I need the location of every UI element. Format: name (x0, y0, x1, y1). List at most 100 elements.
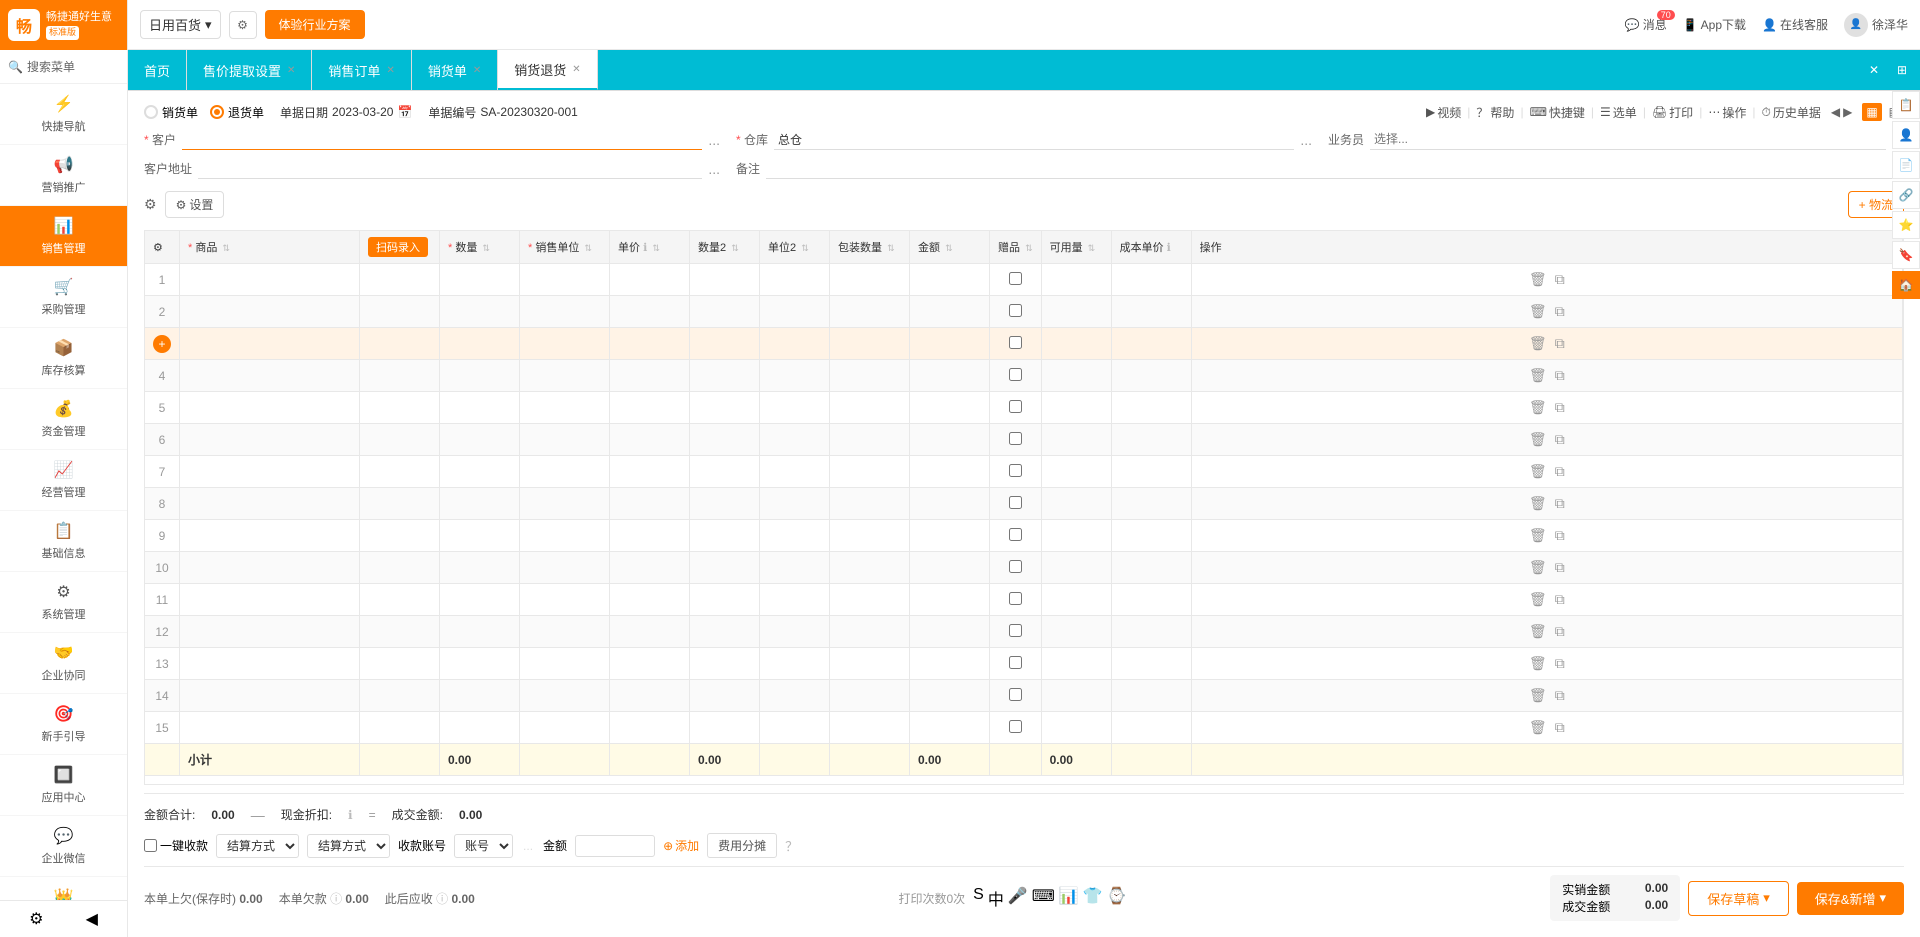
grid-view-btn[interactable]: ▦ (1862, 103, 1881, 121)
row-3-qty[interactable] (440, 328, 520, 360)
row-8-copy[interactable]: ⧉ (1553, 493, 1567, 514)
right-panel-bookmark-btn[interactable]: 🔖 (1892, 241, 1920, 269)
tab-close-sales[interactable]: ✕ (473, 65, 481, 76)
gift-check-12[interactable] (1009, 624, 1022, 637)
right-panel-home-btn[interactable]: 🏠 (1892, 271, 1920, 299)
radio-sales[interactable]: 销货单 (144, 104, 198, 121)
tool-icon-3[interactable]: ⌨ (1032, 886, 1055, 910)
row-1-amount[interactable] (910, 264, 990, 296)
right-panel-contact-btn[interactable]: 👤 (1892, 121, 1920, 149)
address-input[interactable] (198, 158, 702, 179)
table-settings-btn[interactable]: ⚙ (144, 196, 157, 213)
row-2-pack[interactable] (830, 296, 910, 328)
category-select[interactable]: 日用百货 ▾ (140, 10, 221, 39)
gift-check-5[interactable] (1009, 400, 1022, 413)
sidebar-item-system[interactable]: ⚙ 系统管理 (0, 572, 127, 633)
action-print[interactable]: 🖨 打印 (1652, 104, 1693, 121)
sidebar-search[interactable]: 🔍 搜索菜单 (0, 50, 127, 84)
row-2-qty2[interactable] (690, 296, 760, 328)
tool-icon-2[interactable]: 🎤 (1008, 886, 1028, 910)
experience-btn[interactable]: 体验行业方案 (265, 10, 365, 39)
gift-check-11[interactable] (1009, 592, 1022, 605)
amount-input[interactable] (575, 835, 655, 857)
gift-check-9[interactable] (1009, 528, 1022, 541)
row-1-gift[interactable] (990, 264, 1042, 296)
row-3-unit2[interactable] (760, 328, 830, 360)
payment-checkbox-input[interactable] (144, 839, 157, 852)
calc-method-select[interactable]: 结算方式 (307, 834, 390, 858)
tab-sales-return[interactable]: 销货退货 ✕ (498, 50, 597, 90)
sidebar-item-inventory[interactable]: 📦 库存核算 (0, 328, 127, 389)
gift-check-1[interactable] (1009, 272, 1022, 285)
add-row-btn[interactable]: + (153, 335, 171, 353)
action-help[interactable]: ？ 帮助 (1476, 104, 1514, 121)
customer-input[interactable] (182, 129, 702, 150)
message-btn[interactable]: 💬 消息 70 (1625, 16, 1667, 33)
row-3-copy-btn[interactable]: ⧉ (1553, 333, 1567, 354)
row-1-product[interactable] (180, 264, 360, 296)
row-13-copy[interactable]: ⧉ (1553, 653, 1567, 674)
add-payment-btn[interactable]: ⊕ 添加 (663, 837, 699, 854)
row-11-copy[interactable]: ⧉ (1553, 589, 1567, 610)
row-3-price[interactable] (610, 328, 690, 360)
warehouse-select-btn[interactable]: ... (1300, 132, 1312, 148)
action-select[interactable]: ☰ 选单 (1600, 104, 1637, 121)
product-input-3[interactable] (188, 337, 351, 351)
online-service-btn[interactable]: 👤 在线客服 (1762, 16, 1828, 33)
row-2-delete-btn[interactable]: 🗑 (1527, 301, 1549, 322)
row-6-delete[interactable]: 🗑 (1527, 429, 1549, 450)
row-2-price[interactable] (610, 296, 690, 328)
row-2-product[interactable] (180, 296, 360, 328)
tool-icon-5[interactable]: 👕 (1083, 886, 1103, 910)
warehouse-input[interactable] (774, 129, 1294, 150)
app-download-btn[interactable]: 📱 App下载 (1683, 16, 1746, 33)
sidebar-item-operations[interactable]: 📈 经营管理 (0, 450, 127, 511)
row-1-unit2[interactable] (760, 264, 830, 296)
row-10-delete[interactable]: 🗑 (1527, 557, 1549, 578)
row-3-delete-btn[interactable]: 🗑 (1527, 333, 1549, 354)
row-2-amount[interactable] (910, 296, 990, 328)
calendar-icon[interactable]: 📅 (397, 105, 412, 119)
row-15-copy[interactable]: ⧉ (1553, 717, 1567, 738)
sort-qty2-icon[interactable]: ⇅ (731, 243, 739, 253)
row-2-copy-btn[interactable]: ⧉ (1553, 301, 1567, 322)
row-3-amount[interactable] (910, 328, 990, 360)
row-1-copy-btn[interactable]: ⧉ (1553, 269, 1567, 290)
one-click-payment-check[interactable]: 一键收款 (144, 837, 208, 854)
fee-split-btn[interactable]: 费用分摊 (707, 833, 777, 858)
sort-amount-icon[interactable]: ⇅ (945, 243, 953, 253)
row-1-delete-btn[interactable]: 🗑 (1527, 269, 1549, 290)
sidebar-collapse-icon[interactable]: ◀ (86, 909, 98, 929)
gift-check-8[interactable] (1009, 496, 1022, 509)
topbar-settings-btn[interactable]: ⚙ (229, 11, 257, 39)
row-9-copy[interactable]: ⧉ (1553, 525, 1567, 546)
row-11-delete[interactable]: 🗑 (1527, 589, 1549, 610)
gift-check-3[interactable] (1009, 336, 1022, 349)
row-4-delete[interactable]: 🗑 (1527, 365, 1549, 386)
row-3-qty2[interactable] (690, 328, 760, 360)
setting-btn[interactable]: ⚙ 设置 (165, 191, 225, 218)
gift-check-10[interactable] (1009, 560, 1022, 573)
sidebar-item-collab[interactable]: 🤝 企业协同 (0, 633, 127, 694)
row-3-unit[interactable] (520, 328, 610, 360)
sort-unit2-icon[interactable]: ⇅ (801, 243, 809, 253)
sidebar-settings-icon[interactable]: ⚙ (29, 909, 43, 929)
address-select-btn[interactable]: ... (708, 161, 720, 177)
sidebar-item-purchase[interactable]: 🛒 采购管理 (0, 267, 127, 328)
row-3-gift[interactable] (990, 328, 1042, 360)
tab-close-price[interactable]: ✕ (287, 65, 295, 76)
save-draft-btn[interactable]: 保存草稿 ▾ (1688, 881, 1789, 916)
row-8-delete[interactable]: 🗑 (1527, 493, 1549, 514)
sort-gift-icon[interactable]: ⇅ (1025, 243, 1033, 253)
row-2-qty[interactable] (440, 296, 520, 328)
note-input[interactable] (766, 158, 1904, 179)
sidebar-item-appcenter[interactable]: 🔲 应用中心 (0, 755, 127, 816)
tab-close-all-btn[interactable]: ✕ (1864, 60, 1884, 80)
sidebar-item-finance[interactable]: 💰 资金管理 (0, 389, 127, 450)
row-3-pack[interactable] (830, 328, 910, 360)
gift-check-2[interactable] (1009, 304, 1022, 317)
sidebar-item-member[interactable]: 👑 畅会员 (0, 877, 127, 900)
row-2-unit[interactable] (520, 296, 610, 328)
save-dropdown-icon[interactable]: ▾ (1879, 890, 1886, 906)
row-1-pack[interactable] (830, 264, 910, 296)
